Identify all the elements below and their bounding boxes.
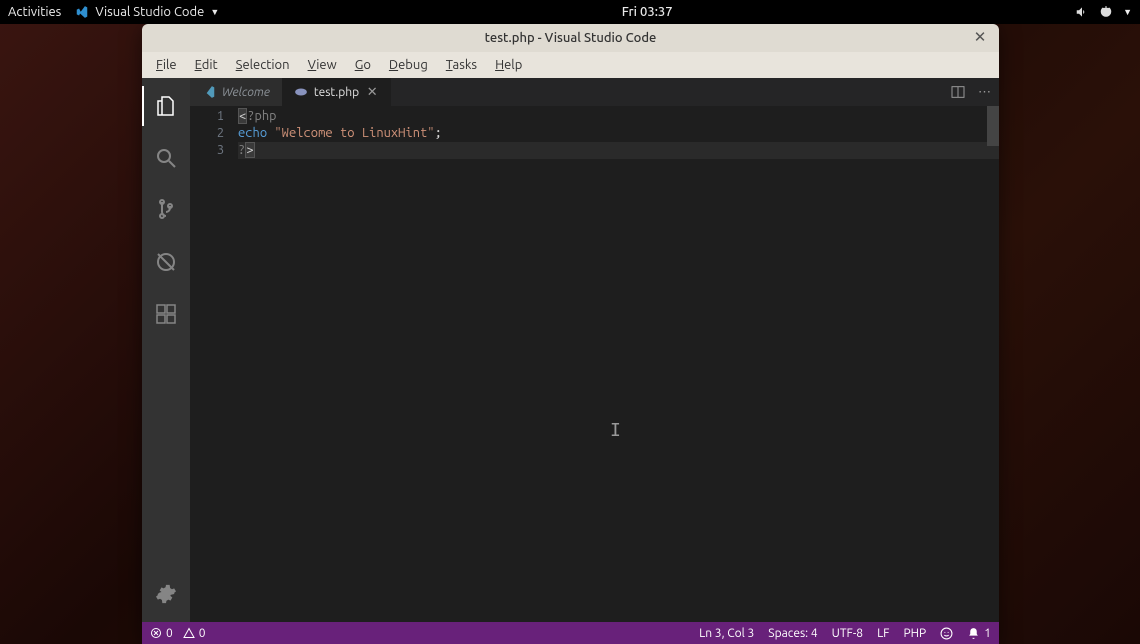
activity-bar bbox=[142, 78, 190, 622]
close-icon[interactable]: ✕ bbox=[365, 85, 379, 100]
chevron-down-icon: ▼ bbox=[210, 7, 219, 17]
split-editor-icon[interactable] bbox=[950, 84, 966, 100]
menu-tasks[interactable]: Tasks bbox=[438, 56, 485, 74]
search-icon[interactable] bbox=[142, 138, 190, 178]
status-encoding[interactable]: UTF-8 bbox=[832, 627, 863, 640]
tab-label: test.php bbox=[314, 86, 359, 99]
scrollbar[interactable] bbox=[987, 106, 999, 146]
close-icon[interactable]: ✕ bbox=[971, 28, 989, 46]
line-gutter: 1 2 3 bbox=[190, 106, 238, 622]
gear-icon[interactable] bbox=[142, 574, 190, 614]
menu-go[interactable]: Go bbox=[347, 56, 379, 74]
activities-button[interactable]: Activities bbox=[8, 5, 61, 19]
code-area[interactable]: <?php echo "Welcome to LinuxHint"; ?> bbox=[238, 106, 999, 622]
menu-view[interactable]: View bbox=[300, 56, 345, 74]
files-icon[interactable] bbox=[142, 86, 190, 126]
vscode-icon bbox=[75, 5, 89, 19]
status-eol[interactable]: LF bbox=[877, 627, 889, 640]
status-bar: 0 0 Ln 3, Col 3 Spaces: 4 UTF-8 LF PHP 1 bbox=[142, 622, 999, 644]
window-title: test.php - Visual Studio Code bbox=[485, 31, 657, 45]
volume-icon[interactable] bbox=[1075, 5, 1089, 19]
editor[interactable]: 1 2 3 <?php echo "Welcome to LinuxHint";… bbox=[190, 106, 999, 622]
titlebar: test.php - Visual Studio Code ✕ bbox=[142, 24, 999, 52]
tab-welcome[interactable]: Welcome bbox=[190, 78, 282, 106]
text-cursor-icon: 𝙸 bbox=[610, 420, 621, 441]
tabs-bar: Welcome test.php ✕ ⋯ bbox=[190, 78, 999, 106]
vscode-window: test.php - Visual Studio Code ✕ File Edi… bbox=[142, 24, 999, 644]
status-feedback[interactable] bbox=[940, 627, 953, 640]
line-number: 1 bbox=[190, 108, 224, 125]
app-indicator[interactable]: Visual Studio Code ▼ bbox=[75, 5, 219, 19]
line-number: 3 bbox=[190, 142, 224, 159]
status-position[interactable]: Ln 3, Col 3 bbox=[699, 627, 754, 640]
menu-edit[interactable]: Edit bbox=[187, 56, 226, 74]
app-name-label: Visual Studio Code bbox=[95, 5, 204, 19]
chevron-down-icon[interactable]: ▼ bbox=[1123, 7, 1132, 17]
tab-label: Welcome bbox=[222, 86, 270, 99]
status-warnings[interactable]: 0 bbox=[183, 627, 206, 640]
status-notifications[interactable]: 1 bbox=[967, 627, 991, 640]
menu-selection[interactable]: Selection bbox=[228, 56, 298, 74]
status-errors[interactable]: 0 bbox=[150, 627, 173, 640]
more-icon[interactable]: ⋯ bbox=[978, 85, 991, 100]
extensions-icon[interactable] bbox=[142, 294, 190, 334]
menu-help[interactable]: Help bbox=[487, 56, 530, 74]
clock[interactable]: Fri 03:37 bbox=[219, 5, 1075, 19]
debug-icon[interactable] bbox=[142, 242, 190, 282]
menu-file[interactable]: File bbox=[148, 56, 185, 74]
line-number: 2 bbox=[190, 125, 224, 142]
menubar: File Edit Selection View Go Debug Tasks … bbox=[142, 52, 999, 78]
tab-testphp[interactable]: test.php ✕ bbox=[282, 78, 391, 106]
power-icon[interactable] bbox=[1099, 5, 1113, 19]
status-spaces[interactable]: Spaces: 4 bbox=[768, 627, 817, 640]
status-language[interactable]: PHP bbox=[904, 627, 927, 640]
gnome-top-bar: Activities Visual Studio Code ▼ Fri 03:3… bbox=[0, 0, 1140, 24]
vscode-icon bbox=[202, 85, 216, 99]
php-icon bbox=[294, 85, 308, 99]
menu-debug[interactable]: Debug bbox=[381, 56, 436, 74]
git-icon[interactable] bbox=[142, 190, 190, 230]
